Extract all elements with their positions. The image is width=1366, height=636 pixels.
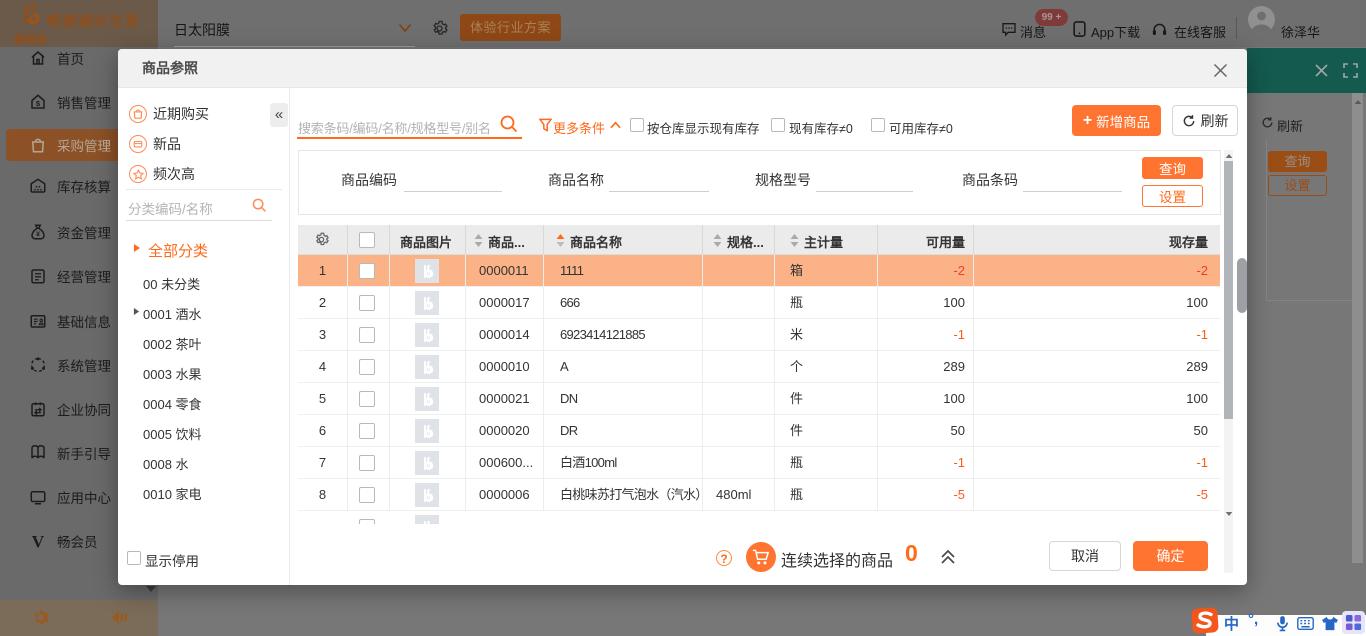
svg-text:¥: ¥ [36,231,40,238]
svg-text:V: V [32,532,45,550]
svg-text:$: $ [36,99,41,108]
